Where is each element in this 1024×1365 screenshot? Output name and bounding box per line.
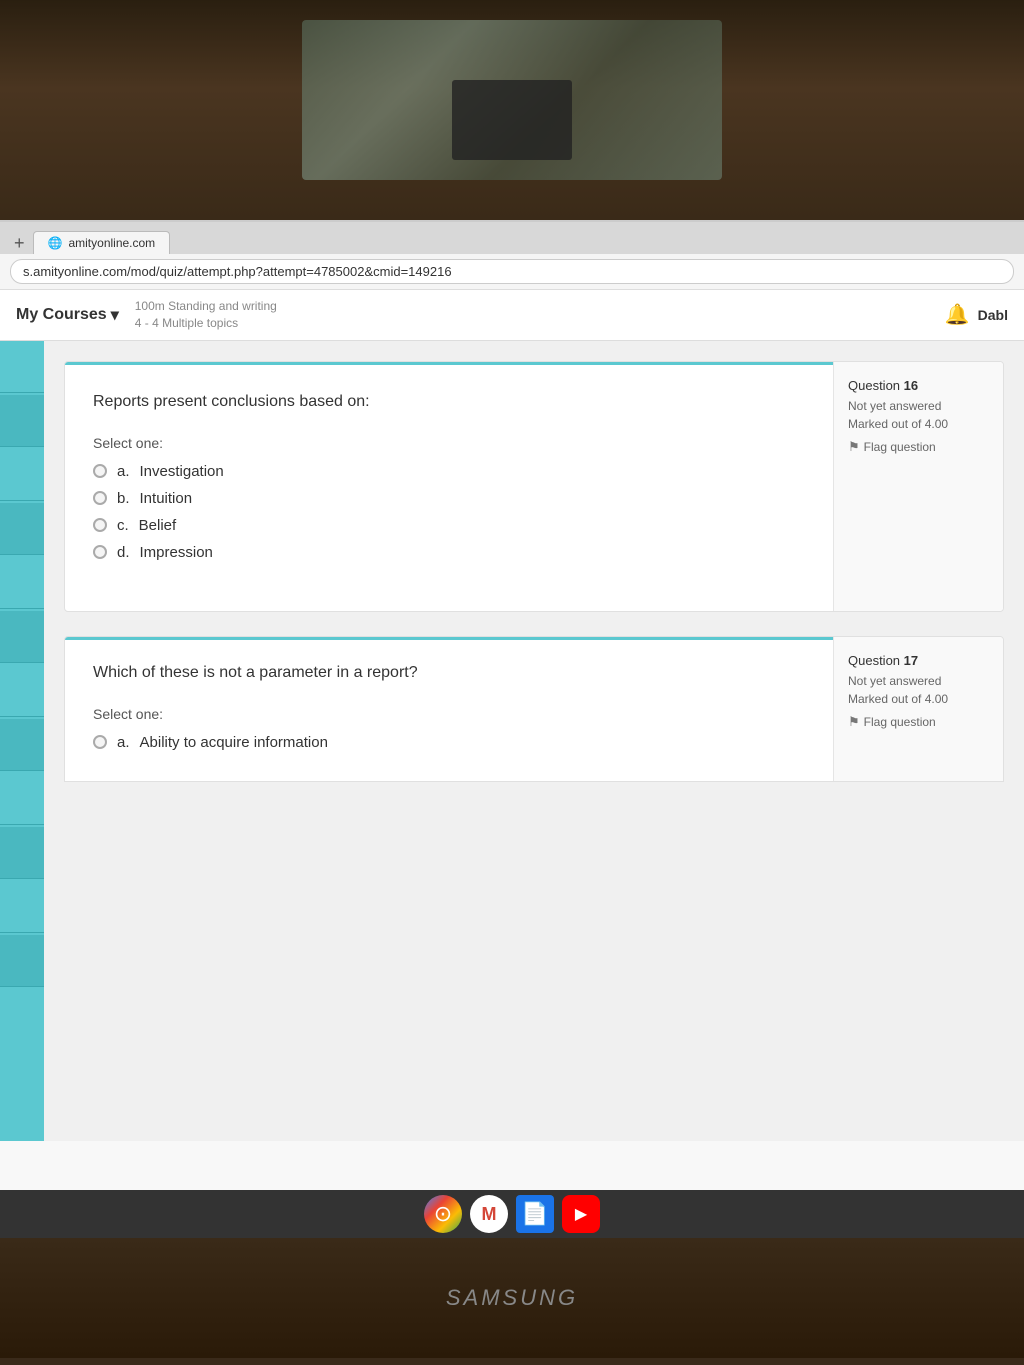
sidebar-item[interactable] bbox=[0, 827, 44, 879]
option-16-d[interactable]: d. Impression bbox=[93, 544, 805, 561]
dropdown-arrow: ▾ bbox=[111, 305, 119, 325]
quiz-area: Reports present conclusions based on: Se… bbox=[44, 341, 1024, 1141]
youtube-taskbar-icon[interactable]: ▶ bbox=[562, 1195, 600, 1233]
main-layout: Reports present conclusions based on: Se… bbox=[0, 341, 1024, 1141]
sidebar-item[interactable] bbox=[0, 557, 44, 609]
tab-favicon: 🌐 bbox=[48, 236, 63, 250]
page-content: My Courses ▾ 100m Standing and writing 4… bbox=[0, 290, 1024, 1190]
question-17-number: Question 17 bbox=[848, 653, 989, 668]
notification-bell-icon[interactable]: 🔔 bbox=[945, 302, 970, 327]
laptop-webcam-area bbox=[452, 80, 572, 160]
sidebar-item[interactable] bbox=[0, 503, 44, 555]
laptop-bottom: SAMSUNG bbox=[0, 1238, 1024, 1358]
option-16-d-text: Impression bbox=[140, 544, 213, 561]
taskbar: ⊙ M 📄 ▶ bbox=[0, 1190, 1024, 1238]
option-16-c-text: Belief bbox=[139, 517, 177, 534]
laptop-top bbox=[0, 0, 1024, 220]
question-16-flag[interactable]: ⚑ Flag question bbox=[848, 439, 989, 455]
navigation-bar: My Courses ▾ 100m Standing and writing 4… bbox=[0, 290, 1024, 341]
question-17-text: Which of these is not a parameter in a r… bbox=[93, 664, 805, 682]
option-16-a[interactable]: a. Investigation bbox=[93, 463, 805, 480]
question-16-body: Reports present conclusions based on: Se… bbox=[65, 362, 833, 611]
question-16-number: Question 16 bbox=[848, 378, 989, 393]
gmail-icon: M bbox=[482, 1204, 497, 1225]
question-16-info: Question 16 Not yet answered Marked out … bbox=[833, 362, 1003, 611]
option-16-b[interactable]: b. Intuition bbox=[93, 490, 805, 507]
question-17-num: 17 bbox=[904, 653, 918, 668]
option-16-a-letter: a. bbox=[117, 463, 130, 480]
question-16-num: 16 bbox=[904, 378, 918, 393]
option-16-c[interactable]: c. Belief bbox=[93, 517, 805, 534]
question-17-card: Which of these is not a parameter in a r… bbox=[64, 636, 1004, 782]
options-list-17: a. Ability to acquire information bbox=[93, 734, 805, 751]
option-17-a[interactable]: a. Ability to acquire information bbox=[93, 734, 805, 751]
option-16-d-letter: d. bbox=[117, 544, 130, 561]
option-16-b-text: Intuition bbox=[140, 490, 193, 507]
sidebar-item[interactable] bbox=[0, 611, 44, 663]
address-bar-row: s.amityonline.com/mod/quiz/attempt.php?a… bbox=[0, 254, 1024, 290]
option-16-b-letter: b. bbox=[117, 490, 130, 507]
breadcrumb: 100m Standing and writing 4 - 4 Multiple… bbox=[135, 298, 277, 332]
browser-tab-bar: + 🌐 amityonline.com bbox=[0, 222, 1024, 254]
sidebar-item[interactable] bbox=[0, 719, 44, 771]
youtube-icon: ▶ bbox=[575, 1204, 587, 1224]
files-icon: 📄 bbox=[521, 1201, 548, 1227]
browser-tab[interactable]: 🌐 amityonline.com bbox=[33, 231, 171, 254]
sidebar bbox=[0, 341, 44, 1141]
question-17-marked: Marked out of 4.00 bbox=[848, 692, 989, 706]
breadcrumb-line2: 4 - 4 Multiple topics bbox=[135, 315, 277, 332]
flag-label-16: Flag question bbox=[864, 440, 936, 454]
sidebar-item[interactable] bbox=[0, 935, 44, 987]
question-16-marked: Marked out of 4.00 bbox=[848, 417, 989, 431]
options-list-16: a. Investigation b. Intuition c. Belief bbox=[93, 463, 805, 561]
question-17-status: Not yet answered bbox=[848, 674, 989, 688]
flag-label-17: Flag question bbox=[864, 715, 936, 729]
question-16-card: Reports present conclusions based on: Se… bbox=[64, 361, 1004, 612]
nav-left: My Courses ▾ 100m Standing and writing 4… bbox=[16, 298, 277, 332]
nav-right: 🔔 Dabl bbox=[945, 302, 1008, 327]
sidebar-item[interactable] bbox=[0, 395, 44, 447]
sidebar-item[interactable] bbox=[0, 341, 44, 393]
question-prefix-17: Question bbox=[848, 653, 900, 668]
option-17-a-text: Ability to acquire information bbox=[140, 734, 328, 751]
question-16-status: Not yet answered bbox=[848, 399, 989, 413]
radio-16-b[interactable] bbox=[93, 491, 107, 505]
sidebar-item[interactable] bbox=[0, 665, 44, 717]
browser-chrome: + 🌐 amityonline.com s.amityonline.com/mo… bbox=[0, 220, 1024, 290]
question-prefix: Question bbox=[848, 378, 900, 393]
user-name-label: Dabl bbox=[978, 307, 1008, 323]
question-17-info: Question 17 Not yet answered Marked out … bbox=[833, 637, 1003, 781]
tab-title: amityonline.com bbox=[68, 236, 155, 250]
new-tab-button[interactable]: + bbox=[10, 233, 29, 254]
select-one-label-16: Select one: bbox=[93, 435, 805, 451]
flag-icon-16: ⚑ bbox=[848, 439, 860, 455]
option-16-c-letter: c. bbox=[117, 517, 129, 534]
chrome-taskbar-icon[interactable]: ⊙ bbox=[424, 1195, 462, 1233]
address-bar[interactable]: s.amityonline.com/mod/quiz/attempt.php?a… bbox=[10, 259, 1014, 284]
gmail-taskbar-icon[interactable]: M bbox=[470, 1195, 508, 1233]
my-courses-label: My Courses bbox=[16, 306, 107, 324]
flag-icon-17: ⚑ bbox=[848, 714, 860, 730]
sidebar-item[interactable] bbox=[0, 773, 44, 825]
radio-17-a[interactable] bbox=[93, 735, 107, 749]
option-17-a-letter: a. bbox=[117, 734, 130, 751]
samsung-brand-logo: SAMSUNG bbox=[446, 1285, 578, 1311]
files-taskbar-icon[interactable]: 📄 bbox=[516, 1195, 554, 1233]
chrome-icon: ⊙ bbox=[434, 1201, 452, 1227]
breadcrumb-line1: 100m Standing and writing bbox=[135, 298, 277, 315]
radio-16-d[interactable] bbox=[93, 545, 107, 559]
select-one-label-17: Select one: bbox=[93, 706, 805, 722]
question-17-body: Which of these is not a parameter in a r… bbox=[65, 637, 833, 781]
my-courses-button[interactable]: My Courses ▾ bbox=[16, 305, 119, 325]
question-16-text: Reports present conclusions based on: bbox=[93, 393, 805, 411]
option-16-a-text: Investigation bbox=[140, 463, 224, 480]
radio-16-c[interactable] bbox=[93, 518, 107, 532]
radio-16-a[interactable] bbox=[93, 464, 107, 478]
question-17-flag[interactable]: ⚑ Flag question bbox=[848, 714, 989, 730]
sidebar-item[interactable] bbox=[0, 881, 44, 933]
sidebar-item[interactable] bbox=[0, 449, 44, 501]
